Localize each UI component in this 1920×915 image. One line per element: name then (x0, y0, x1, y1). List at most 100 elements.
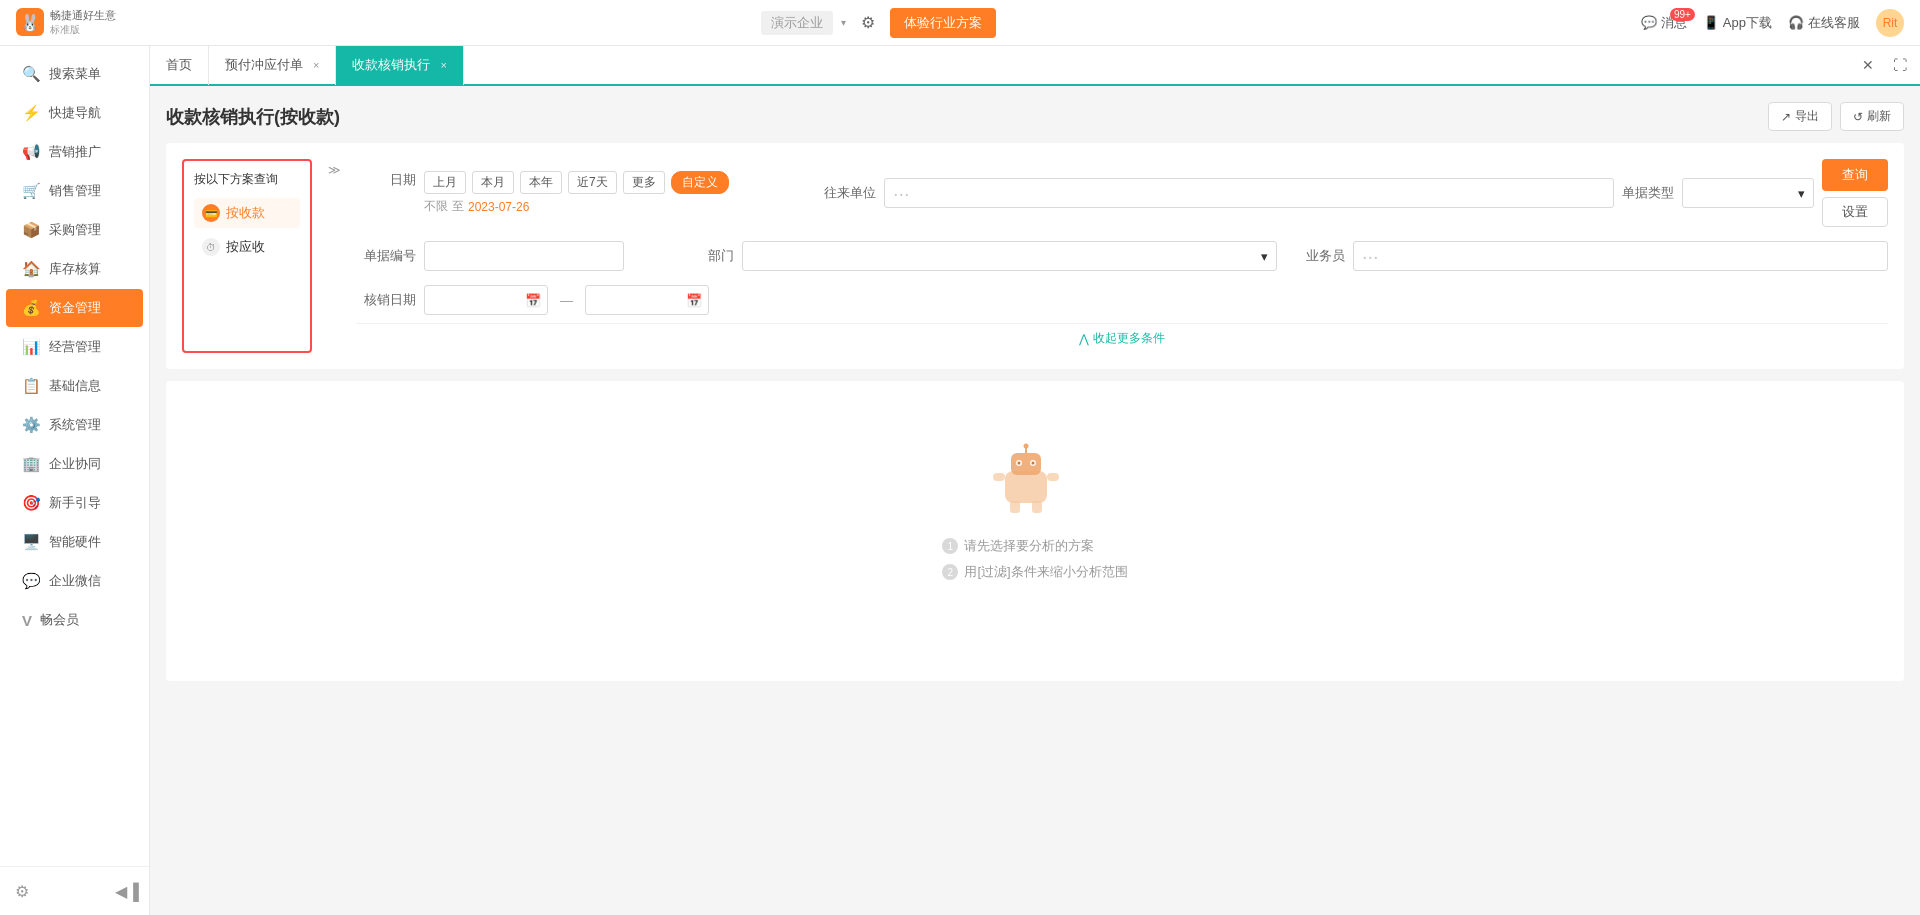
calendar-start-icon[interactable]: 📅 (525, 293, 541, 308)
doc-type-label: 单据类型 (1614, 184, 1674, 202)
refresh-button[interactable]: ↺ 刷新 (1840, 102, 1904, 131)
collapse-filter-button[interactable]: ≫ (324, 163, 344, 177)
calendar-end-icon[interactable]: 📅 (686, 293, 702, 308)
tab-prepay[interactable]: 预付冲应付单 × (209, 46, 336, 85)
message-icon: 💬 (1641, 15, 1657, 30)
sidebar-item-system[interactable]: ⚙️ 系统管理 (6, 406, 143, 444)
tab-prepay-close[interactable]: × (313, 59, 319, 71)
sidebar-item-guide[interactable]: 🎯 新手引导 (6, 484, 143, 522)
sidebar-item-basic[interactable]: 📋 基础信息 (6, 367, 143, 405)
collapse-sidebar-button[interactable]: ◀▐ (111, 875, 143, 907)
empty-robot-icon (985, 441, 1065, 521)
chevron-doc-type: ▾ (1798, 186, 1805, 201)
sidebar-item-sales[interactable]: 🛒 销售管理 (6, 172, 143, 210)
sidebar-item-marketing[interactable]: 📢 营销推广 (6, 133, 143, 171)
date-btn-custom[interactable]: 自定义 (671, 171, 729, 194)
party-input[interactable]: ··· (884, 178, 1614, 208)
dept-label: 部门 (674, 247, 734, 265)
filter-sidebar-title: 按以下方案查询 (194, 171, 300, 188)
purchase-icon: 📦 (22, 221, 41, 239)
date-range-dash: — (560, 293, 573, 308)
tab-close-btn[interactable]: ✕ (1852, 49, 1884, 81)
app-download-button[interactable]: 📱 App下载 (1703, 14, 1772, 32)
svg-rect-6 (1010, 501, 1020, 513)
search-icon: 🔍 (22, 65, 41, 83)
dept-select[interactable]: ▾ (742, 241, 1277, 271)
industry-button[interactable]: 体验行业方案 (890, 8, 996, 38)
empty-icon-wrapper (985, 441, 1085, 521)
workspace-name[interactable]: 演示企业 (761, 11, 833, 35)
tab-bar-right: ✕ ⛶ (1852, 49, 1920, 81)
basic-icon: 📋 (22, 377, 41, 395)
tab-expand-btn[interactable]: ⛶ (1884, 49, 1916, 81)
tab-home[interactable]: 首页 (150, 46, 209, 85)
filter-panel: 按以下方案查询 💳 按收款 ⏱ 按应收 ≫ (166, 143, 1904, 369)
verify-date-start-input[interactable]: 2023-03-01 📅 (424, 285, 548, 315)
wechat-icon: 💬 (22, 572, 41, 590)
sidebar-item-member[interactable]: V 畅会员 (6, 601, 143, 639)
staff-select[interactable]: ··· (1353, 241, 1888, 271)
filter-option-by-receipt[interactable]: 💳 按收款 (194, 198, 300, 228)
tab-collection-close[interactable]: × (440, 59, 446, 71)
settings-icon[interactable]: ⚙ (854, 9, 882, 37)
party-label: 往来单位 (816, 184, 876, 202)
query-button[interactable]: 查询 (1822, 159, 1888, 191)
sidebar-item-search[interactable]: 🔍 搜索菜单 (6, 55, 143, 93)
sidebar-item-hardware[interactable]: 🖥️ 智能硬件 (6, 523, 143, 561)
date-buttons-group: 上月 本月 本年 近7天 更多 自定义 (424, 171, 729, 194)
filter-sidebar: 按以下方案查询 💳 按收款 ⏱ 按应收 (182, 159, 312, 353)
online-service-button[interactable]: 🎧 在线客服 (1788, 14, 1860, 32)
empty-state: 1 请先选择要分析的方案 2 用[过滤]条件来缩小分析范围 (166, 381, 1904, 641)
user-avatar[interactable]: Rit (1876, 9, 1904, 37)
tab-bar: 首页 预付冲应付单 × 收款核销执行 × ✕ ⛶ (150, 46, 1920, 86)
tab-collection[interactable]: 收款核销执行 × (336, 46, 463, 85)
date-btn-this-month[interactable]: 本月 (472, 171, 514, 194)
verify-date-start-field[interactable]: 2023-03-01 (431, 293, 521, 307)
message-button[interactable]: 💬 消息 99+ (1641, 14, 1687, 32)
export-icon: ↗ (1781, 110, 1791, 124)
app-name-block: 畅捷通好生意 标准版 (50, 8, 116, 36)
filter-row-1: 日期 上月 本月 本年 近7天 更多 自定义 (356, 159, 1888, 227)
guide-icon: 🎯 (22, 494, 41, 512)
sidebar-item-inventory[interactable]: 🏠 库存核算 (6, 250, 143, 288)
verify-date-end-input[interactable]: 2023-07-21 📅 (585, 285, 709, 315)
settings-bottom-icon[interactable]: ⚙ (6, 875, 38, 907)
finance-icon: 💰 (22, 299, 41, 317)
filter-actions: 查询 设置 (1822, 159, 1888, 227)
sidebar-item-operation[interactable]: 📊 经营管理 (6, 328, 143, 366)
date-label: 日期 (356, 171, 416, 189)
svg-rect-8 (993, 473, 1005, 481)
verify-date-end-field[interactable]: 2023-07-21 (592, 293, 682, 307)
marketing-icon: 📢 (22, 143, 41, 161)
svg-point-5 (1032, 462, 1035, 465)
app-name: 畅捷通好生意 (50, 8, 116, 22)
layout: 🔍 搜索菜单 ⚡ 快捷导航 📢 营销推广 🛒 销售管理 📦 采购管理 🏠 (0, 46, 1920, 915)
date-btn-last-month[interactable]: 上月 (424, 171, 466, 194)
staff-dots: ··· (1362, 245, 1379, 268)
top-bar-left: 🐰 畅捷通好生意 标准版 (16, 8, 116, 36)
doc-no-input[interactable] (424, 241, 624, 271)
date-btn-last-7days[interactable]: 近7天 (568, 171, 617, 194)
receivable-icon: ⏱ (202, 238, 220, 256)
date-btn-more[interactable]: 更多 (623, 171, 665, 194)
doc-no-label: 单据编号 (356, 247, 416, 265)
doc-type-select[interactable]: ▾ (1682, 178, 1814, 208)
sales-icon: 🛒 (22, 182, 41, 200)
filter-form: 日期 上月 本月 本年 近7天 更多 自定义 (356, 159, 1888, 353)
sidebar-item-wechat[interactable]: 💬 企业微信 (6, 562, 143, 600)
setting-button[interactable]: 设置 (1822, 197, 1888, 227)
svg-rect-1 (1011, 453, 1041, 475)
svg-rect-0 (1005, 471, 1047, 503)
message-badge: 99+ (1670, 8, 1695, 21)
export-button[interactable]: ↗ 导出 (1768, 102, 1832, 131)
sidebar-item-finance[interactable]: 💰 资金管理 (6, 289, 143, 327)
sidebar-item-purchase[interactable]: 📦 采购管理 (6, 211, 143, 249)
member-icon: V (22, 612, 32, 629)
filter-option-by-receivable[interactable]: ⏱ 按应收 (194, 232, 300, 262)
page-title: 收款核销执行(按收款) (166, 105, 340, 129)
collapse-more-button[interactable]: ⋀ 收起更多条件 (356, 323, 1888, 353)
sidebar-item-quick[interactable]: ⚡ 快捷导航 (6, 94, 143, 132)
chevron-down-icon[interactable]: ▾ (841, 17, 846, 28)
sidebar-item-enterprise[interactable]: 🏢 企业协同 (6, 445, 143, 483)
date-btn-this-year[interactable]: 本年 (520, 171, 562, 194)
